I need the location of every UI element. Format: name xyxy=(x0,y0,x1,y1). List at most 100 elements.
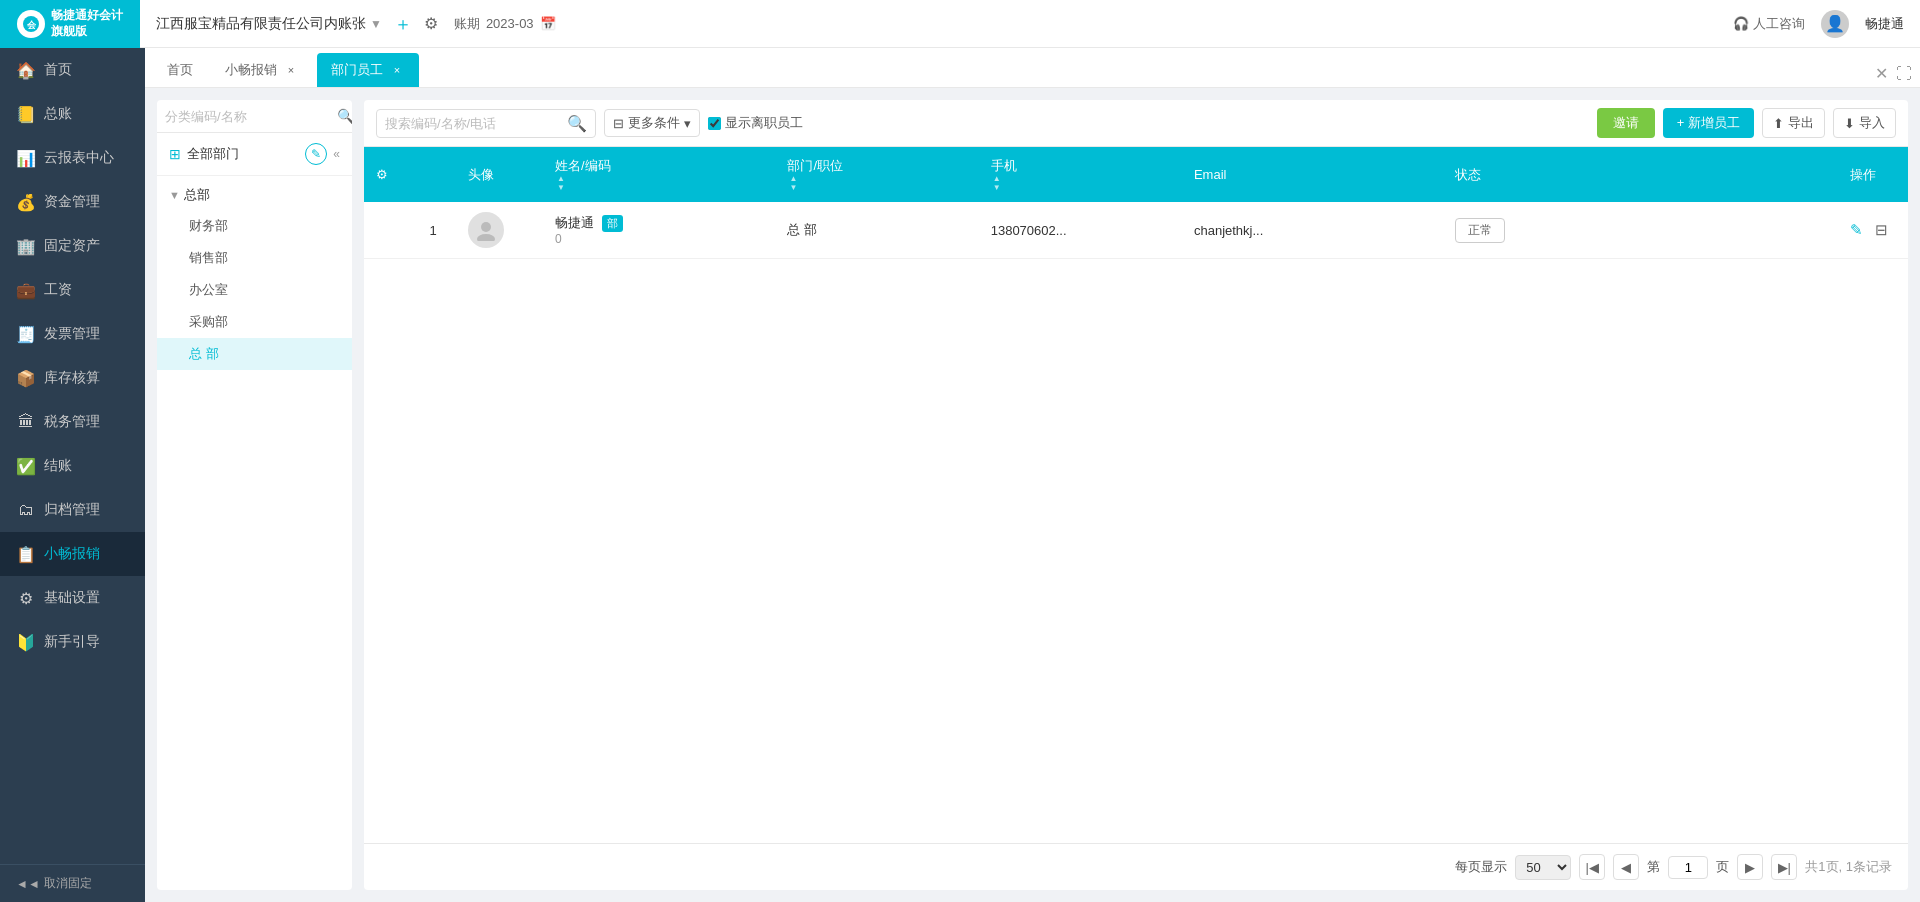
edit-employee-button[interactable]: ✎ xyxy=(1850,221,1863,239)
settings-icon[interactable]: ⚙ xyxy=(424,14,438,33)
prev-page-button[interactable]: ◀ xyxy=(1613,854,1639,880)
show-resigned-checkbox[interactable] xyxy=(708,117,721,130)
sidebar-item-basic-settings[interactable]: ⚙ 基础设置 xyxy=(0,576,145,620)
sidebar-label-expense: 小畅报销 xyxy=(44,545,100,563)
next-page-button[interactable]: ▶ xyxy=(1737,854,1763,880)
dept-search-icon[interactable]: 🔍 xyxy=(337,108,352,124)
th-name-code[interactable]: 姓名/编码 ▲ ▼ xyxy=(543,147,775,202)
dept-item-purchase[interactable]: 采购部 xyxy=(157,306,352,338)
th-phone[interactable]: 手机 ▲ ▼ xyxy=(979,147,1182,202)
page-content: 🔍 ⊞ 全部部门 ✎ « ▼ 总部 财务部 xyxy=(145,88,1920,902)
emp-search-input[interactable] xyxy=(385,116,563,131)
app-edition: 旗舰版 xyxy=(51,24,123,40)
last-page-button[interactable]: ▶| xyxy=(1771,854,1797,880)
th-dept-position[interactable]: 部门/职位 ▲ ▼ xyxy=(775,147,978,202)
th-actions: 操作 xyxy=(1734,147,1908,202)
tab-dept-emp-close[interactable]: × xyxy=(389,62,405,78)
dept-item-general[interactable]: 总 部 xyxy=(157,338,352,370)
dept-search-input[interactable] xyxy=(165,109,333,124)
sidebar-item-salary[interactable]: 💼 工资 xyxy=(0,268,145,312)
import-button[interactable]: ⬇ 导入 xyxy=(1833,108,1896,138)
sidebar-label-invoice: 发票管理 xyxy=(44,325,100,343)
guide-icon: 🔰 xyxy=(16,632,36,652)
filter-icon: ⊟ xyxy=(613,116,624,131)
sidebar-item-expense[interactable]: 📋 小畅报销 xyxy=(0,532,145,576)
add-company-button[interactable]: ＋ xyxy=(394,12,412,36)
sidebar-label-inventory: 库存核算 xyxy=(44,369,100,387)
support-button[interactable]: 🎧 人工咨询 xyxy=(1733,15,1805,33)
dept-item-finance[interactable]: 财务部 xyxy=(157,210,352,242)
add-employee-button[interactable]: + 新增员工 xyxy=(1663,108,1754,138)
period-value: 2023-03 xyxy=(486,16,534,31)
th-seq xyxy=(410,147,456,202)
ledger-icon: 📒 xyxy=(16,104,36,124)
sort-up-icon: ▲ xyxy=(993,175,1170,183)
show-resigned-label: 显示离职员工 xyxy=(725,114,803,132)
page-size-select[interactable]: 50 10 20 100 xyxy=(1515,855,1571,880)
th-status: 状态 xyxy=(1443,147,1733,202)
svg-point-3 xyxy=(477,234,495,241)
sidebar-item-new-guide[interactable]: 🔰 新手引导 xyxy=(0,620,145,664)
dept-item-office[interactable]: 办公室 xyxy=(157,274,352,306)
inventory-icon: 📦 xyxy=(16,368,36,388)
sidebar-item-invoice[interactable]: 🧾 发票管理 xyxy=(0,312,145,356)
invite-button[interactable]: 邀请 xyxy=(1597,108,1655,138)
calendar-icon[interactable]: 📅 xyxy=(540,16,556,31)
th-settings[interactable]: ⚙ xyxy=(364,147,410,202)
page-number-input[interactable] xyxy=(1668,856,1708,879)
user-avatar[interactable]: 👤 xyxy=(1821,10,1849,38)
tab-expense-close[interactable]: × xyxy=(283,62,299,78)
td-settings xyxy=(364,202,410,259)
tab-expense[interactable]: 小畅报销 × xyxy=(211,53,313,87)
dept-group-zongbu[interactable]: ▼ 总部 xyxy=(157,180,352,210)
home-icon: 🏠 xyxy=(16,60,36,80)
fixed-assets-icon: 🏢 xyxy=(16,236,36,256)
td-dept: 总 部 xyxy=(775,202,978,259)
export-icon: ⬆ xyxy=(1773,116,1784,131)
sidebar-label-reports: 云报表中心 xyxy=(44,149,114,167)
sidebar-item-home[interactable]: 🏠 首页 xyxy=(0,48,145,92)
tab-expand-icon[interactable]: ⛶ xyxy=(1896,65,1912,83)
tab-home[interactable]: 首页 xyxy=(153,53,207,87)
export-button[interactable]: ⬆ 导出 xyxy=(1762,108,1825,138)
avatar-icon: 👤 xyxy=(1825,14,1845,33)
expense-icon: 📋 xyxy=(16,544,36,564)
svg-point-2 xyxy=(481,222,491,232)
dept-purchase-label: 采购部 xyxy=(189,314,228,329)
cancel-fixed-button[interactable]: ◄◄ 取消固定 xyxy=(0,864,145,902)
show-resigned-toggle: 显示离职员工 xyxy=(708,114,803,132)
period-label: 账期 xyxy=(454,15,480,33)
sidebar-item-tax[interactable]: 🏛 税务管理 xyxy=(0,400,145,444)
sidebar-item-fixed-assets[interactable]: 🏢 固定资产 xyxy=(0,224,145,268)
exit-employee-button[interactable]: ⊟ xyxy=(1875,221,1888,239)
sidebar-item-reports[interactable]: 📊 云报表中心 xyxy=(0,136,145,180)
tab-dept-emp-label: 部门员工 xyxy=(331,61,383,79)
sidebar-item-assets-mgmt[interactable]: 💰 资金管理 xyxy=(0,180,145,224)
sidebar-label-home: 首页 xyxy=(44,61,72,79)
dept-item-sales[interactable]: 销售部 xyxy=(157,242,352,274)
filter-button[interactable]: ⊟ 更多条件 ▾ xyxy=(604,109,700,137)
employee-code: 0 xyxy=(555,232,763,246)
sidebar-item-archive[interactable]: 🗂 归档管理 xyxy=(0,488,145,532)
sidebar-item-close-account[interactable]: ✅ 结账 xyxy=(0,444,145,488)
dept-edit-button[interactable]: ✎ xyxy=(305,143,327,165)
all-dept-header[interactable]: ⊞ 全部部门 ✎ « xyxy=(157,133,352,176)
tab-actions: ✕ ⛶ xyxy=(1875,64,1912,87)
td-status: 正常 xyxy=(1443,202,1733,259)
emp-search-icon[interactable]: 🔍 xyxy=(567,114,587,133)
dept-finance-label: 财务部 xyxy=(189,218,228,233)
first-page-button[interactable]: |◀ xyxy=(1579,854,1605,880)
table-settings-icon: ⚙ xyxy=(376,167,388,182)
dept-grid-icon: ⊞ xyxy=(169,146,181,162)
company-selector[interactable]: 江西服宝精品有限责任公司内账张 ▼ xyxy=(156,15,382,33)
dept-collapse-icon[interactable]: « xyxy=(333,147,340,161)
tab-home-label: 首页 xyxy=(167,61,193,79)
sidebar-item-inventory[interactable]: 📦 库存核算 xyxy=(0,356,145,400)
company-dropdown-arrow: ▼ xyxy=(370,17,382,31)
tab-dept-emp[interactable]: 部门员工 × xyxy=(317,53,419,87)
sidebar-item-general-ledger[interactable]: 📒 总账 xyxy=(0,92,145,136)
tab-close-all-icon[interactable]: ✕ xyxy=(1875,64,1888,83)
salary-icon: 💼 xyxy=(16,280,36,300)
topbar-right: 🎧 人工咨询 👤 畅捷通 xyxy=(1733,10,1904,38)
sidebar-label-basic-settings: 基础设置 xyxy=(44,589,100,607)
